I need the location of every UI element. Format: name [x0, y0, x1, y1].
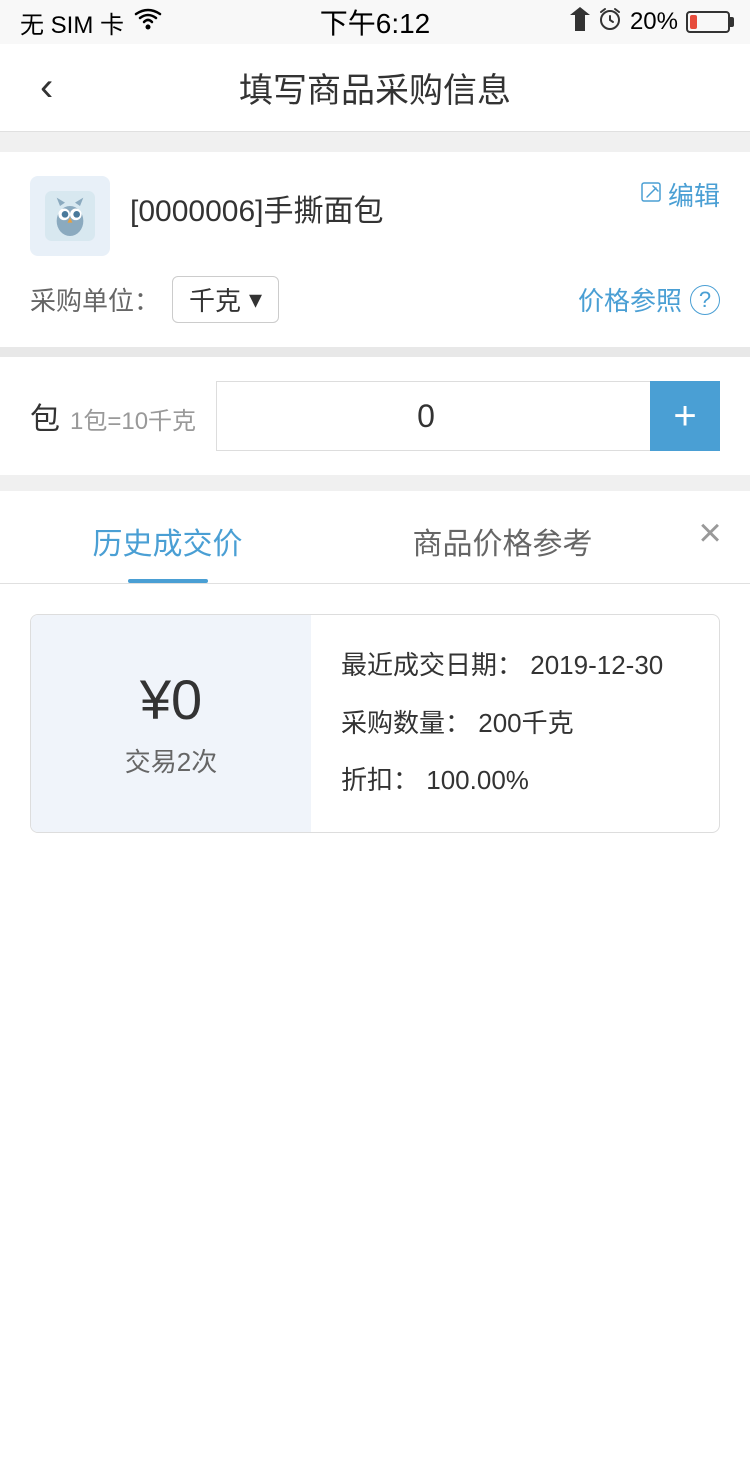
product-logo: [45, 191, 95, 241]
edit-icon: [640, 179, 662, 210]
nav-bar: ‹ 填写商品采购信息: [0, 44, 750, 132]
currency-symbol: ¥: [140, 668, 171, 731]
product-image: [30, 176, 110, 256]
purchase-unit-left: 采购单位： 千克 ▾: [30, 276, 279, 323]
price-details: 最近成交日期： 2019-12-30 采购数量： 200千克 折扣： 100.0…: [311, 615, 719, 832]
product-name: [0000006]手撕面包: [130, 176, 383, 230]
price-ref-label: 价格参照: [578, 281, 682, 318]
help-icon: ?: [690, 285, 720, 315]
back-button[interactable]: ‹: [30, 55, 63, 120]
tab-product-price[interactable]: 商品价格参考: [335, 491, 670, 583]
wifi-icon: [134, 8, 162, 37]
transaction-count: 交易2次: [125, 742, 217, 779]
quantity-plus-button[interactable]: +: [650, 381, 720, 451]
product-info: [0000006]手撕面包: [30, 176, 383, 256]
tabs-close-button[interactable]: ×: [670, 511, 750, 564]
recent-date-row: 最近成交日期： 2019-12-30: [341, 645, 689, 687]
edit-label: 编辑: [668, 176, 720, 213]
bottom-panel: 历史成交价 商品价格参考 × ¥0 交易2次 最近成交日期： 2019-12-3…: [0, 491, 750, 863]
battery-percentage: 20%: [630, 8, 678, 36]
divider-bar: [0, 347, 750, 357]
product-card: [0000006]手撕面包 编辑 采购单位： 千克 ▾ 价格参照 ?: [0, 152, 750, 347]
recent-date-value: 2019-12-30: [530, 650, 663, 680]
dropdown-arrow: ▾: [249, 284, 262, 315]
status-bar-left: 无 SIM 卡: [20, 5, 162, 40]
main-content: [0, 863, 750, 1463]
tab-history-price[interactable]: 历史成交价: [0, 491, 335, 583]
tab-product-price-label: 商品价格参考: [413, 528, 593, 561]
quantity-conversion: 1包=10千克: [70, 401, 196, 436]
quantity-label: 包 1包=10千克: [30, 394, 196, 438]
purchase-qty-value: 200千克: [478, 708, 573, 738]
battery-icon: [686, 11, 730, 33]
tabs-row: 历史成交价 商品价格参考 ×: [0, 491, 750, 584]
price-value: 0: [171, 668, 202, 731]
product-header: [0000006]手撕面包 编辑: [30, 176, 720, 256]
quantity-row: 包 1包=10千克 +: [0, 357, 750, 475]
price-info-area: ¥0 交易2次 最近成交日期： 2019-12-30 采购数量： 200千克 折…: [0, 584, 750, 863]
status-bar: 无 SIM 卡 下午6:12 20%: [0, 0, 750, 44]
edit-button[interactable]: 编辑: [640, 176, 720, 213]
location-icon: [570, 7, 590, 38]
purchase-qty-row: 采购数量： 200千克: [341, 703, 689, 745]
unit-value: 千克: [189, 281, 241, 318]
quantity-input-area: +: [216, 381, 720, 451]
unit-selector[interactable]: 千克 ▾: [172, 276, 279, 323]
purchase-unit-row: 采购单位： 千克 ▾ 价格参照 ?: [30, 276, 720, 323]
carrier-text: 无 SIM 卡: [20, 5, 124, 40]
price-reference-button[interactable]: 价格参照 ?: [578, 281, 720, 318]
recent-date-label: 最近成交日期：: [341, 650, 523, 680]
status-bar-time: 下午6:12: [320, 2, 431, 42]
price-card: ¥0 交易2次 最近成交日期： 2019-12-30 采购数量： 200千克 折…: [30, 614, 720, 833]
discount-value: 100.00%: [426, 765, 529, 795]
page-title: 填写商品采购信息: [239, 63, 511, 112]
quantity-input[interactable]: [216, 381, 650, 451]
purchase-unit-label: 采购单位：: [30, 281, 160, 318]
alarm-icon: [598, 7, 622, 38]
price-main-value: ¥0: [140, 667, 202, 732]
discount-label: 折扣：: [341, 765, 419, 795]
price-summary: ¥0 交易2次: [31, 615, 311, 832]
discount-row: 折扣： 100.00%: [341, 760, 689, 802]
purchase-qty-label: 采购数量：: [341, 708, 471, 738]
status-bar-right: 20%: [570, 7, 730, 38]
quantity-unit: 包: [30, 394, 60, 438]
tab-history-price-label: 历史成交价: [93, 528, 243, 561]
